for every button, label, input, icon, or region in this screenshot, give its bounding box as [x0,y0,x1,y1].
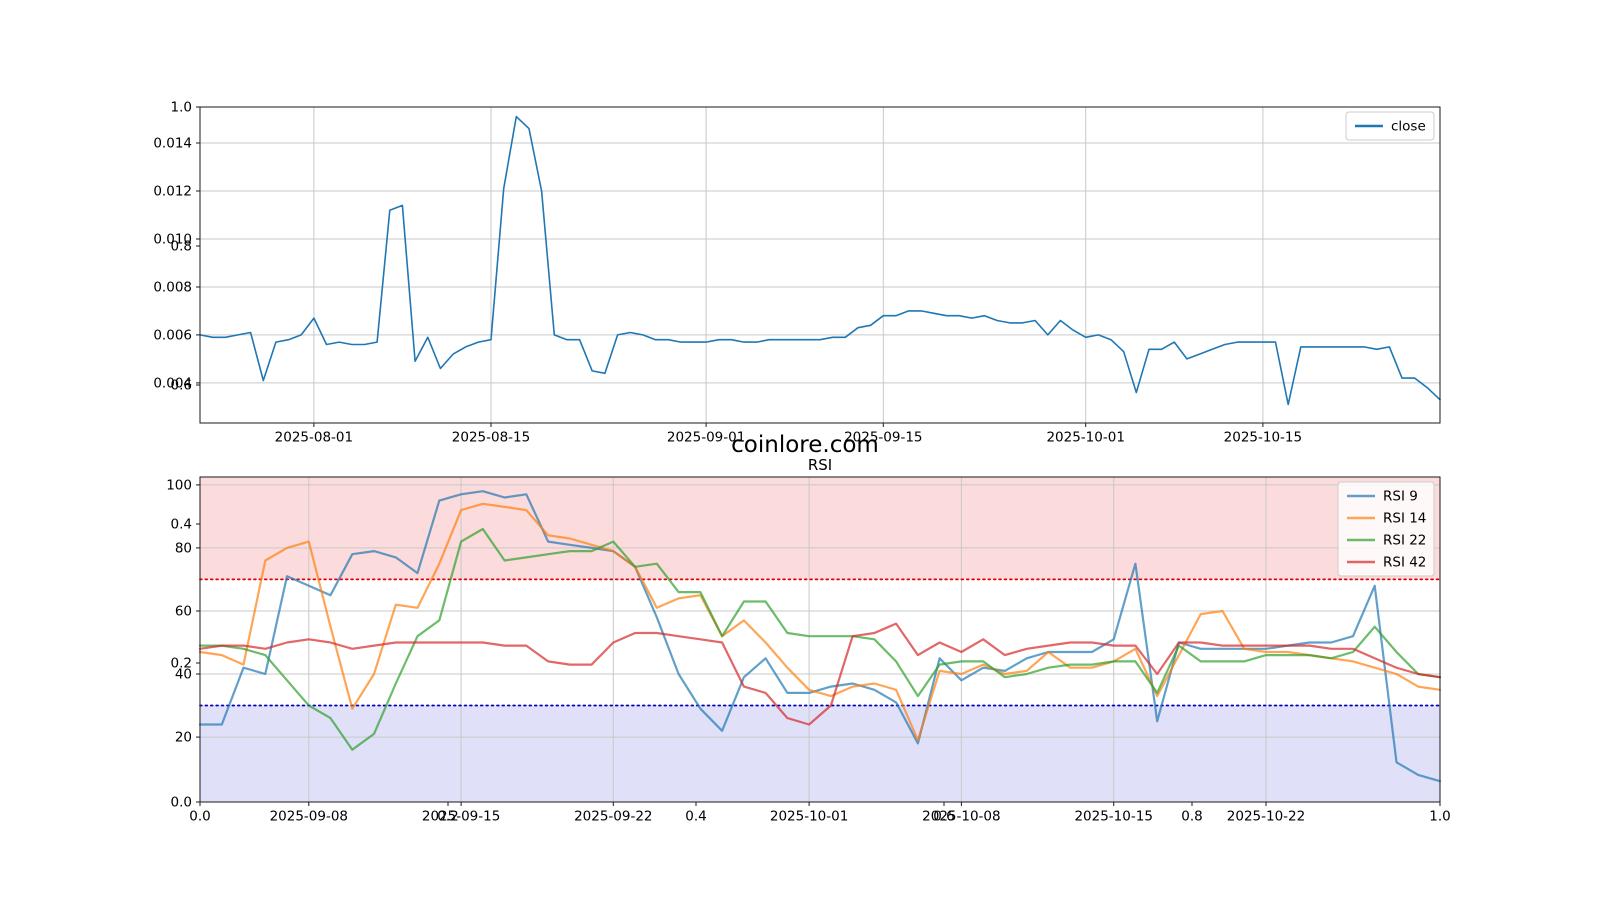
y-tick-label: 20 [175,730,192,746]
legend-label: close [1391,119,1426,135]
threshold-band [200,705,1440,802]
x-tick-label: 2025-10-08 [922,809,1000,825]
chart-figure: 0.004 0.006 0.008 0.010 0.012 0.014 2025-08-01… [0,0,1600,900]
x-tick-label: 2025-10-01 [1046,430,1124,446]
y-tick-label: 0.006 [153,327,192,343]
overlay-y-tick-label: 1.0 [171,100,192,116]
x-tick-label: 2025-09-15 [422,809,500,825]
y-tick-label: 0.008 [153,280,192,296]
y-tick-label: 0.014 [153,136,192,152]
x-tick-label: 2025-10-15 [1074,809,1152,825]
legend-label: RSI 14 [1383,511,1426,527]
overlay-y-tick-label: 0.8 [171,239,192,255]
overlay-x-tick-label: 0.0 [189,809,210,825]
x-tick-label: 2025-09-22 [574,809,652,825]
x-tick-label: 2025-08-01 [275,430,353,446]
x-tick-label: 2025-09-08 [270,809,348,825]
legend-label: RSI 9 [1383,489,1418,505]
overlay-x-tick-label: 1.0 [1429,809,1450,825]
watermark: coinlore.com [731,432,879,458]
rsi-chart-legend: RSI 9 RSI 14 RSI 22 RSI 42 [1337,481,1435,577]
figure-svg: 0.0040.0060.0080.0100.0120.0142025-08-01… [0,0,1600,900]
y-tick-label: 40 [175,667,192,683]
overlay-x-tick-label: 0.4 [685,809,706,825]
threshold-band [200,477,1440,580]
overlay-y-tick-label: 0.4 [171,517,192,533]
x-tick-label: 2025-10-15 [1224,430,1302,446]
overlay-x-tick-label: 0.8 [1181,809,1202,825]
y-tick-label: 0.012 [153,184,192,200]
price-chart-legend: close [1345,111,1435,141]
x-tick-label: 2025-10-22 [1227,809,1305,825]
y-tick-label: 100 [166,477,192,493]
y-tick-label: 60 [175,604,192,620]
overlay-y-tick-label: 0.6 [171,378,192,394]
x-tick-label: 2025-08-15 [452,430,530,446]
legend-label: RSI 22 [1383,533,1426,549]
rsi-title: RSI [808,456,832,474]
y-tick-label: 80 [175,540,192,556]
x-tick-label: 2025-10-01 [770,809,848,825]
legend-label: RSI 42 [1383,555,1426,571]
